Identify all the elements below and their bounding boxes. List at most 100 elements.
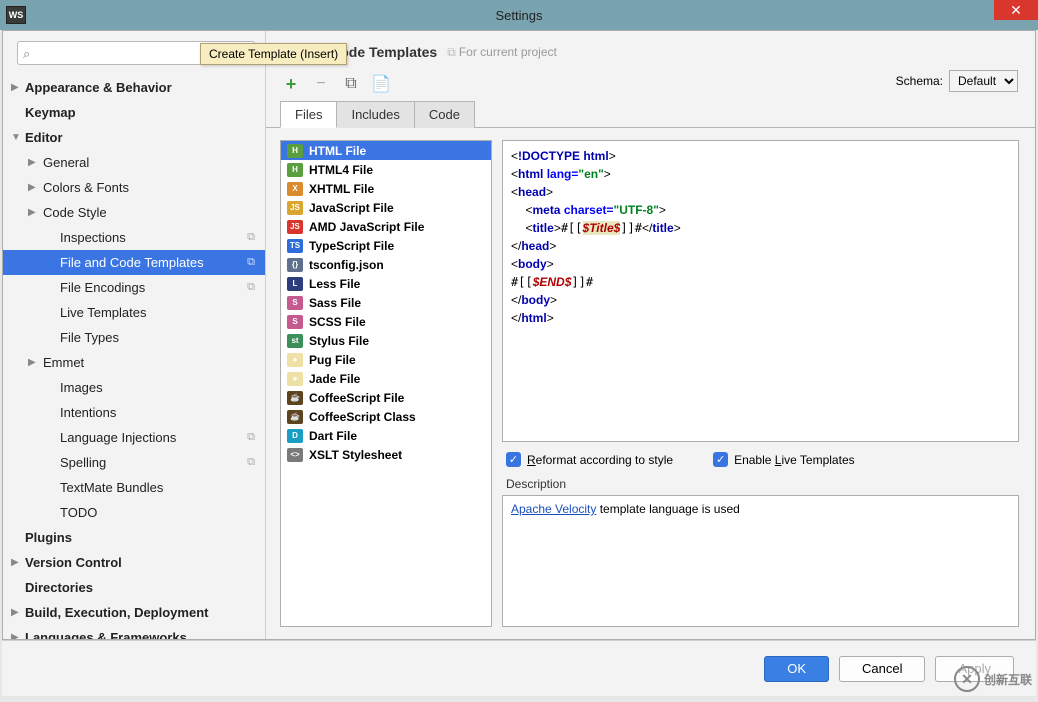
template-item[interactable]: TSTypeScript File — [281, 236, 491, 255]
paste-template-button[interactable]: 📄 — [370, 73, 392, 95]
sidebar-item-label: General — [43, 155, 89, 170]
template-item[interactable]: ☕CoffeeScript Class — [281, 407, 491, 426]
sidebar-item[interactable]: ▶ General — [3, 150, 265, 175]
template-name: TypeScript File — [309, 239, 394, 253]
template-item[interactable]: <>XSLT Stylesheet — [281, 445, 491, 464]
dialog-buttons: OK Cancel Apply — [2, 640, 1036, 696]
sidebar-item[interactable]: Inspections⧉ — [3, 225, 265, 250]
file-type-icon: L — [287, 277, 303, 291]
apache-velocity-link[interactable]: Apache Velocity — [511, 502, 596, 516]
template-item[interactable]: DDart File — [281, 426, 491, 445]
template-item[interactable]: HHTML File — [281, 141, 491, 160]
template-item[interactable]: JSAMD JavaScript File — [281, 217, 491, 236]
arrow-icon: ▶ — [11, 82, 19, 93]
sidebar-item-label: File Types — [60, 330, 119, 345]
remove-template-button[interactable]: − — [310, 73, 332, 95]
template-item[interactable]: ●Pug File — [281, 350, 491, 369]
sidebar-item[interactable]: Plugins — [3, 525, 265, 550]
options-row: ✓ Reformat according to style ✓ Enable L… — [502, 442, 1019, 473]
template-name: Pug File — [309, 353, 356, 367]
sidebar-item-label: Code Style — [43, 205, 107, 220]
for-project-label: ⧉For current project — [447, 45, 557, 60]
reformat-checkbox[interactable]: ✓ Reformat according to style — [506, 452, 673, 467]
watermark: ✕ 创新互联 — [954, 666, 1032, 692]
sidebar-item[interactable]: ▶ Code Style — [3, 200, 265, 225]
sidebar-item-label: Language Injections — [60, 430, 176, 445]
copy-template-button[interactable]: ⧉ — [340, 73, 362, 95]
template-name: XHTML File — [309, 182, 374, 196]
tab-files[interactable]: Files — [280, 101, 337, 128]
sidebar-item[interactable]: TODO — [3, 500, 265, 525]
arrow-icon: ▶ — [28, 157, 36, 168]
sidebar-item-label: Version Control — [25, 555, 122, 570]
file-type-icon: X — [287, 182, 303, 196]
template-item[interactable]: stStylus File — [281, 331, 491, 350]
globe-icon: ✕ — [954, 666, 980, 692]
ok-button[interactable]: OK — [764, 656, 829, 682]
file-type-icon: <> — [287, 448, 303, 462]
file-type-icon: JS — [287, 201, 303, 215]
sidebar-item-label: Keymap — [25, 105, 76, 120]
template-item[interactable]: ●Jade File — [281, 369, 491, 388]
sidebar-item[interactable]: ▶ Appearance & Behavior — [3, 75, 265, 100]
template-name: HTML File — [309, 144, 366, 158]
template-name: tsconfig.json — [309, 258, 384, 272]
arrow-icon: ▶ — [28, 182, 36, 193]
sidebar-item-label: Plugins — [25, 530, 72, 545]
sidebar-item-label: Directories — [25, 580, 93, 595]
project-config-icon: ⧉ — [247, 256, 255, 269]
arrow-icon: ▶ — [28, 207, 36, 218]
sidebar-item[interactable]: Intentions — [3, 400, 265, 425]
template-item[interactable]: SSCSS File — [281, 312, 491, 331]
sidebar-item[interactable]: ▶Version Control — [3, 550, 265, 575]
sidebar-item-label: Emmet — [43, 355, 84, 370]
template-name: Jade File — [309, 372, 360, 386]
title-bar: WS Settings ✕ — [0, 0, 1038, 30]
tab-code[interactable]: Code — [415, 101, 475, 128]
template-item[interactable]: HHTML4 File — [281, 160, 491, 179]
close-button[interactable]: ✕ — [994, 0, 1038, 20]
arrow-icon: ▼ — [11, 132, 21, 143]
sidebar-item[interactable]: Directories — [3, 575, 265, 600]
template-item[interactable]: SSass File — [281, 293, 491, 312]
sidebar-item[interactable]: Keymap — [3, 100, 265, 125]
tab-includes[interactable]: Includes — [337, 101, 414, 128]
sidebar-item[interactable]: TextMate Bundles — [3, 475, 265, 500]
settings-tree[interactable]: ▶ Appearance & Behavior Keymap ▼Editor ▶ Gene… — [3, 73, 265, 639]
template-item[interactable]: X XHTML File — [281, 179, 491, 198]
settings-sidebar: ⌕ ▶Appearance & BehaviorKeymap▼Editor▶Ge… — [3, 31, 266, 639]
project-config-icon: ⧉ — [247, 281, 255, 294]
sidebar-item[interactable]: Language Injections⧉ — [3, 425, 265, 450]
enable-live-templates-checkbox[interactable]: ✓ Enable Live Templates — [713, 452, 855, 467]
template-name: Sass File — [309, 296, 361, 310]
sidebar-item[interactable]: ▶Languages & Frameworks — [3, 625, 265, 639]
add-template-button[interactable]: + — [280, 73, 302, 95]
sidebar-item-label: Live Templates — [60, 305, 146, 320]
template-item[interactable]: JSJavaScript File — [281, 198, 491, 217]
template-item[interactable]: ☕CoffeeScript File — [281, 388, 491, 407]
sidebar-item[interactable]: File Types — [3, 325, 265, 350]
sidebar-item-label: Intentions — [60, 405, 116, 420]
app-icon: WS — [6, 6, 26, 24]
template-list[interactable]: HHTML FileHHTML4 File X XHTML File JSJavaSc… — [280, 140, 492, 627]
sidebar-item[interactable]: ▶Colors & Fonts — [3, 175, 265, 200]
description-label: Description — [502, 473, 1019, 495]
sidebar-item[interactable]: ▶Build, Execution, Deployment — [3, 600, 265, 625]
template-item[interactable]: LLess File — [281, 274, 491, 293]
sidebar-item[interactable]: Live Templates — [3, 300, 265, 325]
sidebar-item[interactable]: Spelling⧉ — [3, 450, 265, 475]
arrow-icon: ▶ — [28, 357, 36, 368]
sidebar-item[interactable]: Images — [3, 375, 265, 400]
template-item[interactable]: {}tsconfig.json — [281, 255, 491, 274]
sidebar-item[interactable]: File Encodings ⧉ — [3, 275, 265, 300]
sidebar-item-label: File Encodings — [60, 280, 145, 295]
sidebar-item[interactable]: ▼Editor — [3, 125, 265, 150]
sidebar-item[interactable]: ▶ Emmet — [3, 350, 265, 375]
sidebar-item-label: Build, Execution, Deployment — [25, 605, 208, 620]
sidebar-item-label: Images — [60, 380, 103, 395]
sidebar-item-label: Appearance & Behavior — [25, 80, 172, 95]
cancel-button[interactable]: Cancel — [839, 656, 925, 682]
project-config-icon: ⧉ — [247, 231, 255, 244]
sidebar-item[interactable]: File and Code Templates⧉ — [3, 250, 265, 275]
template-code-preview[interactable]: <!DOCTYPE html> <html lang="en"> <head> … — [502, 140, 1019, 442]
